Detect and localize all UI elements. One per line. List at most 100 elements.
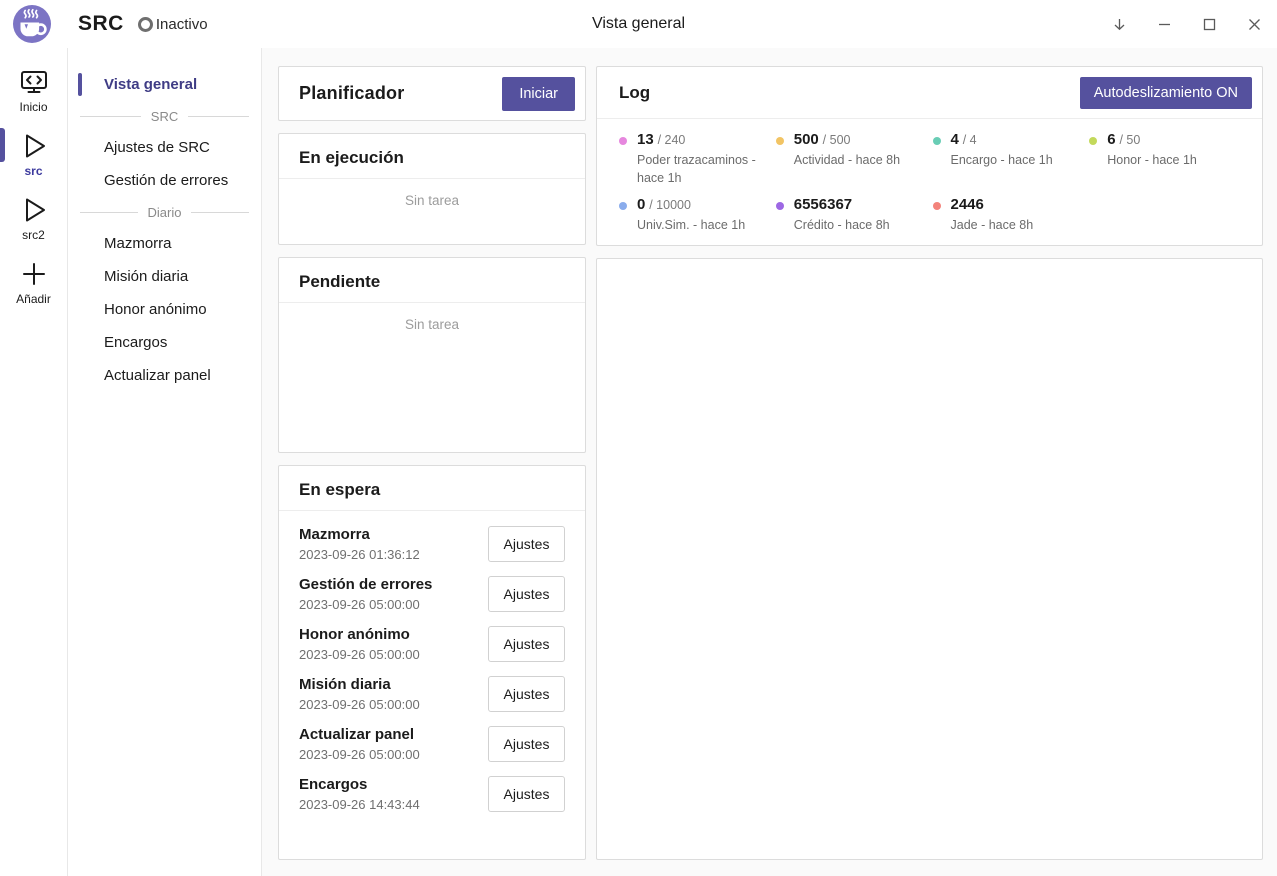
task-name: Misión diaria — [299, 676, 391, 693]
sidebar-item-actualizar-panel[interactable]: Actualizar panel — [68, 359, 261, 392]
play-icon — [25, 134, 45, 158]
settings-button[interactable]: Ajustes — [488, 526, 565, 562]
task-name: Actualizar panel — [299, 726, 415, 743]
planner-title: Planificador — [299, 83, 405, 103]
log-panel: Log Autodeslizamiento ON 13 / 240 Poder … — [596, 66, 1263, 246]
selection-indicator — [0, 128, 5, 162]
stat-value: 6556367 — [793, 196, 853, 214]
pending-panel: Pendiente Sin tarea — [278, 257, 586, 453]
waiting-title: En espera — [279, 466, 585, 511]
settings-button[interactable]: Ajustes — [488, 576, 565, 612]
sidebar-item-mazmorra[interactable]: Mazmorra — [68, 227, 261, 260]
rail-item-add[interactable]: Añadir — [0, 250, 67, 314]
minimize-icon — [1159, 23, 1170, 25]
running-panel: En ejecución Sin tarea — [278, 133, 586, 245]
task-name: Encargos — [299, 776, 368, 793]
close-button[interactable] — [1232, 0, 1277, 48]
sidebar-item-label: Encargos — [104, 334, 168, 351]
plus-icon — [22, 263, 45, 285]
settings-button[interactable]: Ajustes — [488, 676, 565, 712]
rail-item-label: Añadir — [16, 292, 51, 306]
sidebar-section-src: SRC — [68, 101, 261, 131]
sidebar: Vista general SRC Ajustes de SRC Gestión… — [68, 48, 262, 876]
waiting-panel: En espera Mazmorra 2023-09-26 01:36:12 A… — [278, 465, 586, 860]
rail-item-src[interactable]: src — [0, 122, 67, 186]
status-idle-icon — [137, 16, 153, 32]
task-name: Mazmorra — [299, 526, 370, 543]
waiting-row: Honor anónimo 2023-09-26 05:00:00 Ajuste… — [299, 619, 565, 669]
maximize-icon — [1203, 18, 1216, 30]
waiting-row: Misión diaria 2023-09-26 05:00:00 Ajuste… — [299, 669, 565, 719]
running-empty-text: Sin tarea — [404, 193, 460, 208]
settings-button[interactable]: Ajustes — [488, 626, 565, 662]
sidebar-item-honor-anonimo[interactable]: Honor anónimo — [68, 293, 261, 326]
stat-label: Honor - hace 1h — [1107, 153, 1197, 167]
pending-empty-text: Sin tarea — [404, 317, 460, 332]
play-icon — [25, 198, 45, 222]
autoscroll-toggle-button[interactable]: Autodeslizamiento ON — [1079, 77, 1252, 109]
status-badge: Inactivo — [137, 15, 208, 33]
stat-value: 500 — [793, 131, 819, 148]
stat-value: 0 — [637, 196, 646, 214]
status-label: Inactivo — [155, 15, 208, 33]
sidebar-item-mision-diaria[interactable]: Misión diaria — [68, 260, 261, 293]
stat-dot — [1089, 137, 1098, 145]
section-label: SRC — [150, 108, 179, 124]
log-output-panel[interactable] — [596, 258, 1263, 860]
rail-item-inicio[interactable]: Inicio — [0, 58, 67, 122]
stat-label: Jade - hace 8h — [950, 218, 1034, 233]
task-time: 2023-09-26 05:00:00 — [299, 747, 420, 762]
sidebar-item-gestion-de-errores[interactable]: Gestión de errores — [68, 164, 261, 197]
waiting-row: Gestión de errores 2023-09-26 05:00:00 A… — [299, 569, 565, 619]
sidebar-item-vista-general[interactable]: Vista general — [68, 68, 261, 101]
settings-button[interactable]: Ajustes — [488, 776, 565, 812]
code-monitor-icon — [20, 71, 47, 93]
stat-value: 13 — [637, 131, 654, 148]
sidebar-section-diario: Diario — [68, 197, 261, 227]
icon-rail: Inicio src src2 Añadir — [0, 48, 68, 876]
task-name: Honor anónimo — [299, 626, 410, 643]
arrow-down-icon — [1114, 18, 1125, 30]
waiting-row: Actualizar panel 2023-09-26 05:00:00 Aju… — [299, 719, 565, 769]
sidebar-item-label: Honor anónimo — [104, 301, 207, 318]
stat-value: 6 — [1107, 131, 1116, 148]
rail-item-label: src2 — [22, 228, 45, 242]
stat-jade: 2446 Jade - hace 8h — [932, 196, 1090, 234]
log-stats: 13 / 240 Poder trazacaminos - hace 1h 50… — [597, 119, 1262, 234]
close-icon — [1249, 18, 1260, 30]
hide-window-button[interactable] — [1097, 0, 1142, 48]
settings-button[interactable]: Ajustes — [488, 726, 565, 762]
sidebar-item-encargos[interactable]: Encargos — [68, 326, 261, 359]
stat-max: / 4 — [962, 133, 977, 147]
sidebar-item-label: Ajustes de SRC — [104, 139, 210, 156]
waiting-row: Encargos 2023-09-26 14:43:44 Ajustes — [299, 769, 565, 819]
minimize-button[interactable] — [1142, 0, 1187, 48]
section-label: Diario — [147, 204, 182, 220]
stat-label: Actividad - hace 8h — [793, 153, 901, 167]
stat-empty-cell — [1089, 196, 1246, 234]
waiting-row: Mazmorra 2023-09-26 01:36:12 Ajustes — [299, 519, 565, 569]
stat-value: 2446 — [950, 196, 984, 214]
rail-item-label: src — [24, 164, 43, 178]
rail-item-label: Inicio — [19, 100, 48, 114]
maximize-button[interactable] — [1187, 0, 1232, 48]
sidebar-item-ajustes-de-src[interactable]: Ajustes de SRC — [68, 131, 261, 164]
stat-dot — [775, 137, 784, 145]
sidebar-item-label: Misión diaria — [104, 268, 189, 285]
stat-dot — [619, 137, 627, 145]
selection-indicator — [78, 73, 82, 96]
app-name: SRC — [78, 12, 124, 35]
stat-label: Encargo - hace 1h — [950, 153, 1053, 167]
stat-max: / 50 — [1119, 133, 1141, 147]
stat-label: Poder trazacaminos - hace 1h — [637, 153, 756, 186]
start-button[interactable]: Iniciar — [502, 76, 575, 111]
stat-dot — [932, 202, 941, 211]
waiting-list: Mazmorra 2023-09-26 01:36:12 Ajustes Ges… — [279, 511, 585, 819]
app-logo-icon — [12, 4, 52, 44]
sidebar-item-label: Vista general — [104, 76, 198, 93]
stat-assignment: 4 / 4 Encargo - hace 1h — [932, 131, 1090, 187]
stat-honor: 6 / 50 Honor - hace 1h — [1089, 131, 1246, 187]
rail-item-src2[interactable]: src2 — [0, 186, 67, 250]
stat-dot — [619, 202, 627, 211]
stat-simulated-universe: 0 / 10000 Univ.Sim. - hace 1h — [619, 196, 776, 234]
